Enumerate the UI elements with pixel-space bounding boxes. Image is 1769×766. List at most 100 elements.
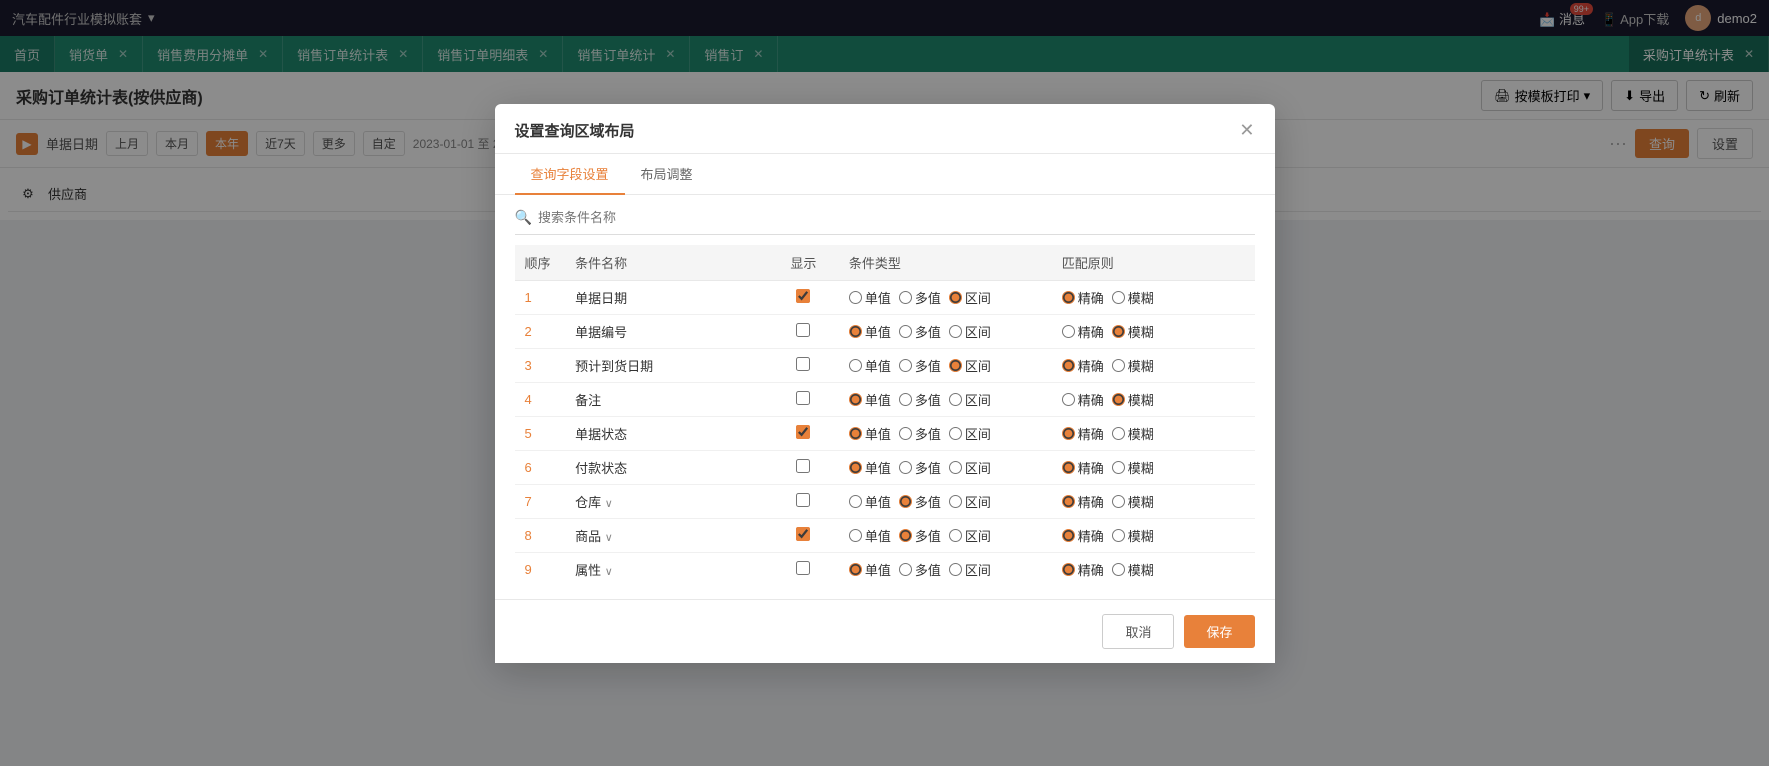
match-option-精确[interactable]: 精确 — [1062, 560, 1104, 579]
type-option-单值[interactable]: 单值 — [849, 288, 891, 307]
dialog-tabs: 查询字段设置 布局调整 — [495, 154, 1275, 195]
type-option-区间[interactable]: 区间 — [949, 526, 991, 545]
type-option-单值[interactable]: 单值 — [849, 356, 891, 375]
type-option-区间[interactable]: 区间 — [949, 492, 991, 511]
row-display — [768, 518, 839, 552]
type-option-区间[interactable]: 区间 — [949, 322, 991, 341]
col-header-order: 顺序 — [515, 245, 566, 281]
display-checkbox[interactable] — [796, 357, 810, 371]
conditions-table-scroll: 顺序 条件名称 显示 条件类型 匹配原则 1单据日期单值多值区间精确模糊2单据编… — [515, 245, 1255, 585]
type-option-区间[interactable]: 区间 — [949, 424, 991, 443]
match-option-精确[interactable]: 精确 — [1062, 390, 1104, 409]
table-row: 1单据日期单值多值区间精确模糊 — [515, 280, 1255, 314]
type-option-单值[interactable]: 单值 — [849, 458, 891, 477]
row-order: 8 — [515, 518, 566, 552]
row-display — [768, 416, 839, 450]
type-option-区间[interactable]: 区间 — [949, 560, 991, 579]
save-btn[interactable]: 保存 — [1184, 615, 1254, 648]
col-header-name: 条件名称 — [565, 245, 768, 281]
display-checkbox[interactable] — [796, 527, 810, 541]
type-option-单值[interactable]: 单值 — [849, 526, 891, 545]
type-option-区间[interactable]: 区间 — [949, 458, 991, 477]
search-icon: 🔍 — [515, 209, 532, 226]
row-match: 精确模糊 — [1052, 280, 1255, 314]
table-row: 3预计到货日期单值多值区间精确模糊 — [515, 348, 1255, 382]
match-option-精确[interactable]: 精确 — [1062, 492, 1104, 511]
match-option-模糊[interactable]: 模糊 — [1112, 458, 1154, 477]
match-option-精确[interactable]: 精确 — [1062, 322, 1104, 341]
display-checkbox[interactable] — [796, 425, 810, 439]
row-order: 7 — [515, 484, 566, 518]
row-display — [768, 314, 839, 348]
search-input[interactable] — [538, 210, 1255, 225]
display-checkbox[interactable] — [796, 459, 810, 473]
col-header-type: 条件类型 — [839, 245, 1052, 281]
table-row: 4备注单值多值区间精确模糊 — [515, 382, 1255, 416]
type-option-区间[interactable]: 区间 — [949, 288, 991, 307]
row-match: 精确模糊 — [1052, 518, 1255, 552]
match-option-精确[interactable]: 精确 — [1062, 288, 1104, 307]
settings-dialog: 设置查询区域布局 ✕ 查询字段设置 布局调整 🔍 顺序 条件名称 — [495, 104, 1275, 663]
row-type: 单值多值区间 — [839, 484, 1052, 518]
dialog-close-btn[interactable]: ✕ — [1239, 121, 1254, 139]
type-option-多值[interactable]: 多值 — [899, 356, 941, 375]
type-option-多值[interactable]: 多值 — [899, 322, 941, 341]
dialog-footer: 取消 保存 — [495, 599, 1275, 663]
dialog-title: 设置查询区域布局 — [515, 120, 635, 141]
display-checkbox[interactable] — [796, 323, 810, 337]
type-option-单值[interactable]: 单值 — [849, 424, 891, 443]
row-name: 单据编号 — [565, 314, 768, 348]
table-row: 7仓库 ∨单值多值区间精确模糊 — [515, 484, 1255, 518]
row-display — [768, 348, 839, 382]
table-row: 2单据编号单值多值区间精确模糊 — [515, 314, 1255, 348]
type-option-区间[interactable]: 区间 — [949, 356, 991, 375]
row-match: 精确模糊 — [1052, 484, 1255, 518]
row-name: 单据日期 — [565, 280, 768, 314]
row-match: 精确模糊 — [1052, 348, 1255, 382]
col-header-display: 显示 — [768, 245, 839, 281]
row-display — [768, 280, 839, 314]
match-option-模糊[interactable]: 模糊 — [1112, 288, 1154, 307]
type-option-多值[interactable]: 多值 — [899, 390, 941, 409]
tab-query-field-settings[interactable]: 查询字段设置 — [515, 154, 625, 195]
row-type: 单值多值区间 — [839, 348, 1052, 382]
row-order: 5 — [515, 416, 566, 450]
type-option-多值[interactable]: 多值 — [899, 526, 941, 545]
match-option-模糊[interactable]: 模糊 — [1112, 322, 1154, 341]
match-option-模糊[interactable]: 模糊 — [1112, 526, 1154, 545]
type-option-多值[interactable]: 多值 — [899, 560, 941, 579]
row-display — [768, 552, 839, 585]
type-option-单值[interactable]: 单值 — [849, 390, 891, 409]
match-option-模糊[interactable]: 模糊 — [1112, 424, 1154, 443]
tab-layout-adjust[interactable]: 布局调整 — [625, 154, 709, 195]
match-option-精确[interactable]: 精确 — [1062, 356, 1104, 375]
cancel-btn[interactable]: 取消 — [1102, 614, 1174, 649]
row-match: 精确模糊 — [1052, 416, 1255, 450]
type-option-单值[interactable]: 单值 — [849, 560, 891, 579]
display-checkbox[interactable] — [796, 493, 810, 507]
row-order: 4 — [515, 382, 566, 416]
type-option-多值[interactable]: 多值 — [899, 492, 941, 511]
type-option-多值[interactable]: 多值 — [899, 288, 941, 307]
match-option-精确[interactable]: 精确 — [1062, 458, 1104, 477]
type-option-单值[interactable]: 单值 — [849, 322, 891, 341]
type-option-多值[interactable]: 多值 — [899, 424, 941, 443]
display-checkbox[interactable] — [796, 289, 810, 303]
row-display — [768, 450, 839, 484]
row-name: 商品 ∨ — [565, 518, 768, 552]
row-display — [768, 484, 839, 518]
match-option-精确[interactable]: 精确 — [1062, 424, 1104, 443]
dialog-header: 设置查询区域布局 ✕ — [495, 104, 1275, 154]
match-option-模糊[interactable]: 模糊 — [1112, 390, 1154, 409]
match-option-模糊[interactable]: 模糊 — [1112, 560, 1154, 579]
type-option-多值[interactable]: 多值 — [899, 458, 941, 477]
match-option-模糊[interactable]: 模糊 — [1112, 356, 1154, 375]
search-bar: 🔍 — [515, 209, 1255, 235]
type-option-单值[interactable]: 单值 — [849, 492, 891, 511]
match-option-模糊[interactable]: 模糊 — [1112, 492, 1154, 511]
type-option-区间[interactable]: 区间 — [949, 390, 991, 409]
row-type: 单值多值区间 — [839, 314, 1052, 348]
match-option-精确[interactable]: 精确 — [1062, 526, 1104, 545]
display-checkbox[interactable] — [796, 561, 810, 575]
display-checkbox[interactable] — [796, 391, 810, 405]
